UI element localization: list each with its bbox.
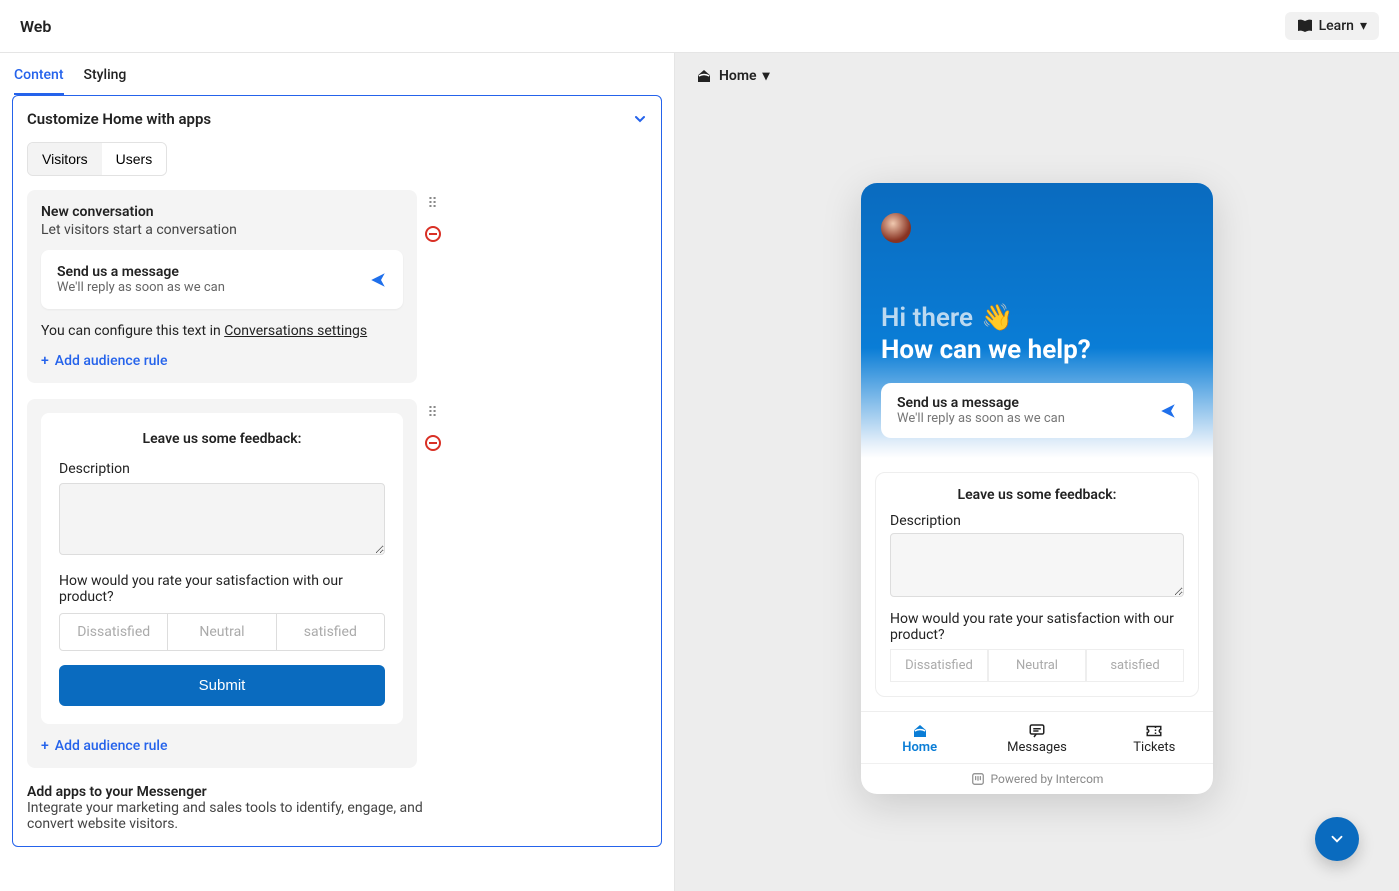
- greeting-help: How can we help?: [881, 335, 1193, 365]
- remove-icon[interactable]: [425, 435, 441, 451]
- wave-icon: 👋: [981, 303, 1013, 333]
- rating-options: Dissatisfied Neutral satisfied: [59, 613, 385, 651]
- add-audience-rule-1[interactable]: + Add audience rule: [41, 353, 403, 369]
- feedback-title: Leave us some feedback:: [59, 431, 385, 447]
- nav-home[interactable]: Home: [861, 712, 978, 763]
- intercom-icon: [971, 772, 985, 786]
- preview-feedback-card: Leave us some feedback: Description How …: [875, 472, 1199, 697]
- preview-msg-title: Send us a message: [897, 395, 1065, 411]
- chevron-down-icon: [1328, 830, 1346, 848]
- preview-fb-title: Leave us some feedback:: [890, 487, 1184, 503]
- tab-styling[interactable]: Styling: [84, 67, 127, 95]
- config-note: You can configure this text in Conversat…: [41, 323, 403, 339]
- new-conversation-title: New conversation: [41, 204, 403, 220]
- rating-neutral[interactable]: Neutral: [167, 614, 275, 650]
- book-icon: [1297, 19, 1313, 33]
- chevron-down-icon[interactable]: [633, 112, 647, 126]
- preview-rating-satisfied[interactable]: satisfied: [1086, 649, 1184, 682]
- message-icon: [978, 722, 1095, 740]
- preview-rating-neutral[interactable]: Neutral: [988, 649, 1086, 682]
- new-conversation-card: New conversation Let visitors start a co…: [27, 190, 417, 383]
- tab-content[interactable]: Content: [14, 67, 64, 95]
- greeting-hi: Hi there 👋: [881, 303, 1193, 333]
- add-apps-desc: Integrate your marketing and sales tools…: [27, 800, 447, 832]
- remove-icon[interactable]: [425, 226, 441, 242]
- learn-label: Learn: [1319, 18, 1354, 34]
- page-title: Web: [20, 17, 51, 36]
- submit-button[interactable]: Submit: [59, 665, 385, 706]
- audience-segment: Visitors Users: [27, 142, 167, 176]
- home-icon: [695, 67, 713, 85]
- ticket-icon: [1096, 722, 1213, 740]
- drag-handle-icon[interactable]: ⠿: [427, 405, 438, 421]
- new-conversation-sub: Let visitors start a conversation: [41, 222, 403, 238]
- nav-messages[interactable]: Messages: [978, 712, 1095, 763]
- preview-page-dropdown[interactable]: Home ▾: [695, 67, 770, 85]
- avatar: [881, 213, 911, 243]
- preview-fb-desc-label: Description: [890, 513, 1184, 529]
- rating-dissatisfied[interactable]: Dissatisfied: [60, 614, 167, 650]
- feedback-card: Leave us some feedback: Description How …: [27, 399, 417, 768]
- powered-by[interactable]: Powered by Intercom: [861, 763, 1213, 794]
- send-message-title: Send us a message: [57, 264, 225, 280]
- plus-icon: +: [41, 738, 49, 754]
- caret-down-icon: ▾: [1360, 18, 1367, 34]
- send-icon: [1159, 402, 1177, 420]
- preview-fb-rate-label: How would you rate your satisfaction wit…: [890, 611, 1184, 643]
- preview-fb-textarea[interactable]: [890, 533, 1184, 597]
- preview-msg-sub: We'll reply as soon as we can: [897, 411, 1065, 426]
- nav-tickets[interactable]: Tickets: [1096, 712, 1213, 763]
- send-message-box[interactable]: Send us a message We'll reply as soon as…: [41, 250, 403, 309]
- add-apps-title: Add apps to your Messenger: [27, 784, 647, 800]
- caret-down-icon: ▾: [763, 68, 770, 84]
- preview-rating-options: Dissatisfied Neutral satisfied: [890, 649, 1184, 682]
- conversations-settings-link[interactable]: Conversations settings: [224, 323, 367, 339]
- preview-rating-dissatisfied[interactable]: Dissatisfied: [890, 649, 988, 682]
- messenger-launcher[interactable]: [1315, 817, 1359, 861]
- segment-visitors[interactable]: Visitors: [28, 143, 102, 175]
- preview-send-message-box[interactable]: Send us a message We'll reply as soon as…: [881, 383, 1193, 438]
- home-icon: [861, 722, 978, 740]
- feedback-rate-label: How would you rate your satisfaction wit…: [59, 573, 385, 605]
- send-icon: [369, 271, 387, 289]
- rating-satisfied[interactable]: satisfied: [276, 614, 384, 650]
- plus-icon: +: [41, 353, 49, 369]
- panel-title: Customize Home with apps: [27, 110, 211, 128]
- send-message-sub: We'll reply as soon as we can: [57, 280, 225, 295]
- segment-users[interactable]: Users: [102, 143, 167, 175]
- messenger-preview: Hi there 👋 How can we help? Send us a me…: [861, 183, 1213, 794]
- drag-handle-icon[interactable]: ⠿: [427, 196, 438, 212]
- add-audience-rule-2[interactable]: + Add audience rule: [41, 738, 403, 754]
- feedback-desc-label: Description: [59, 461, 385, 477]
- learn-button[interactable]: Learn ▾: [1285, 12, 1379, 40]
- feedback-description-input[interactable]: [59, 483, 385, 555]
